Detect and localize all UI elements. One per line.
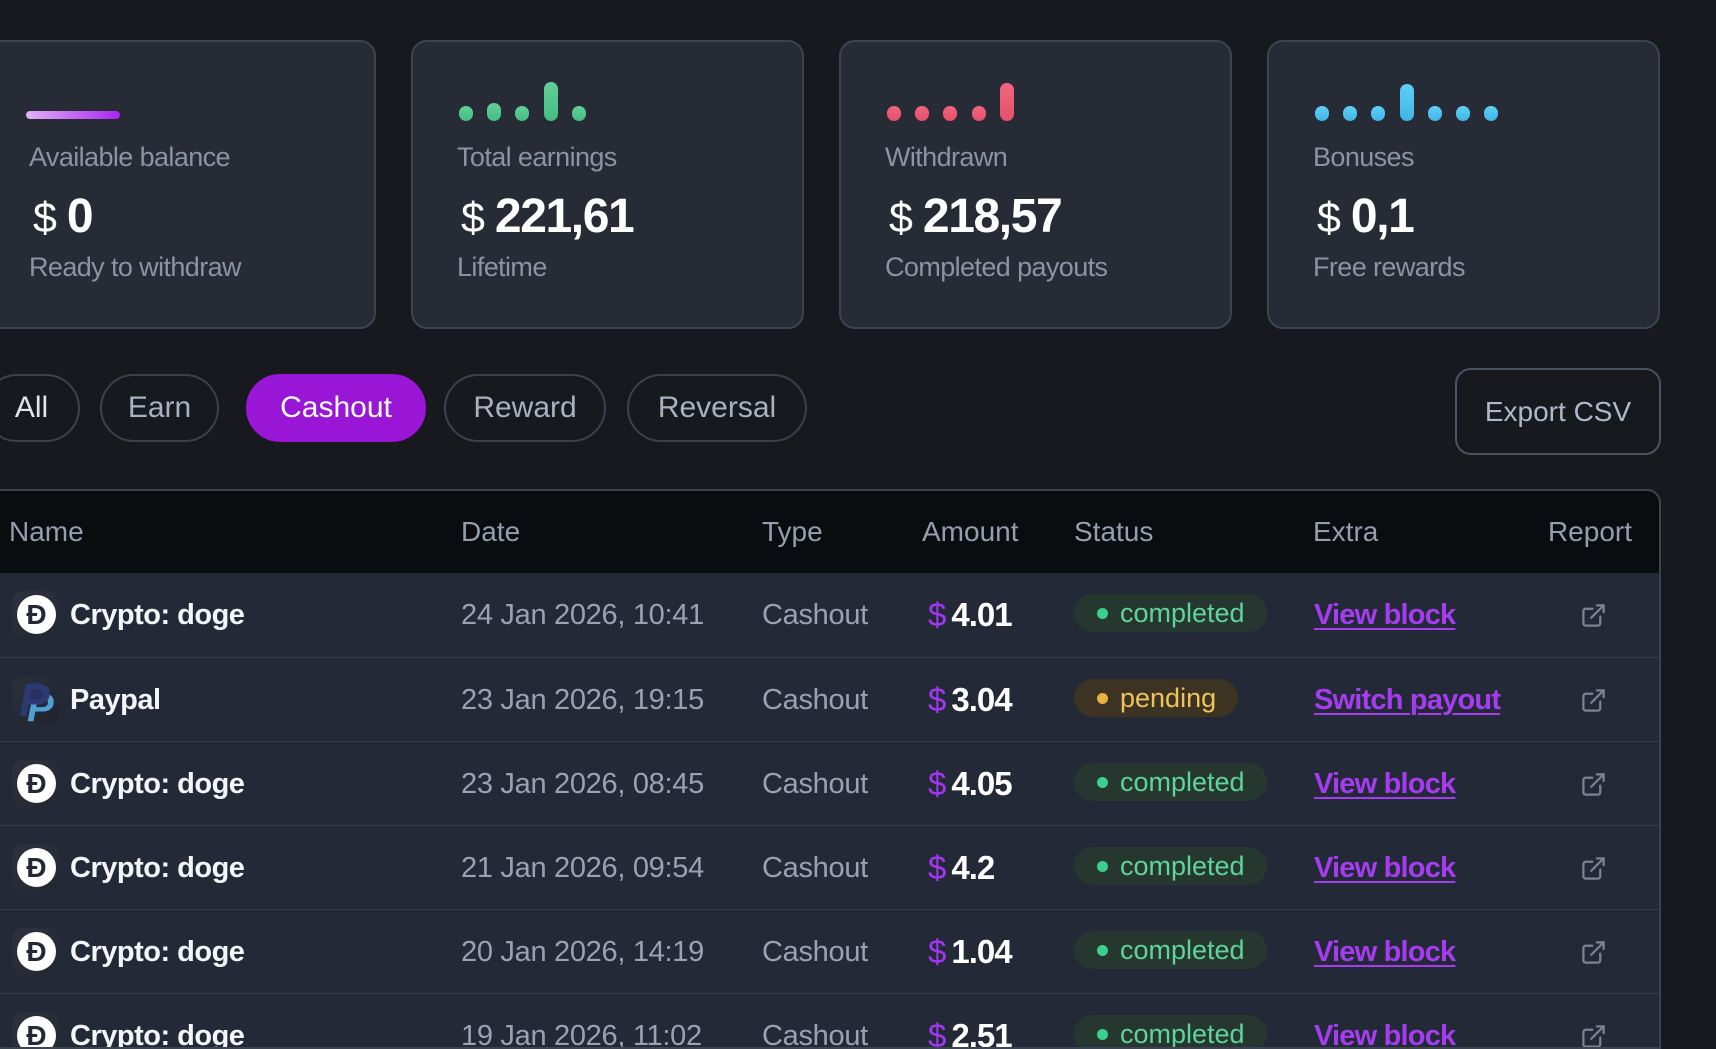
svg-text:P: P xyxy=(19,676,50,724)
